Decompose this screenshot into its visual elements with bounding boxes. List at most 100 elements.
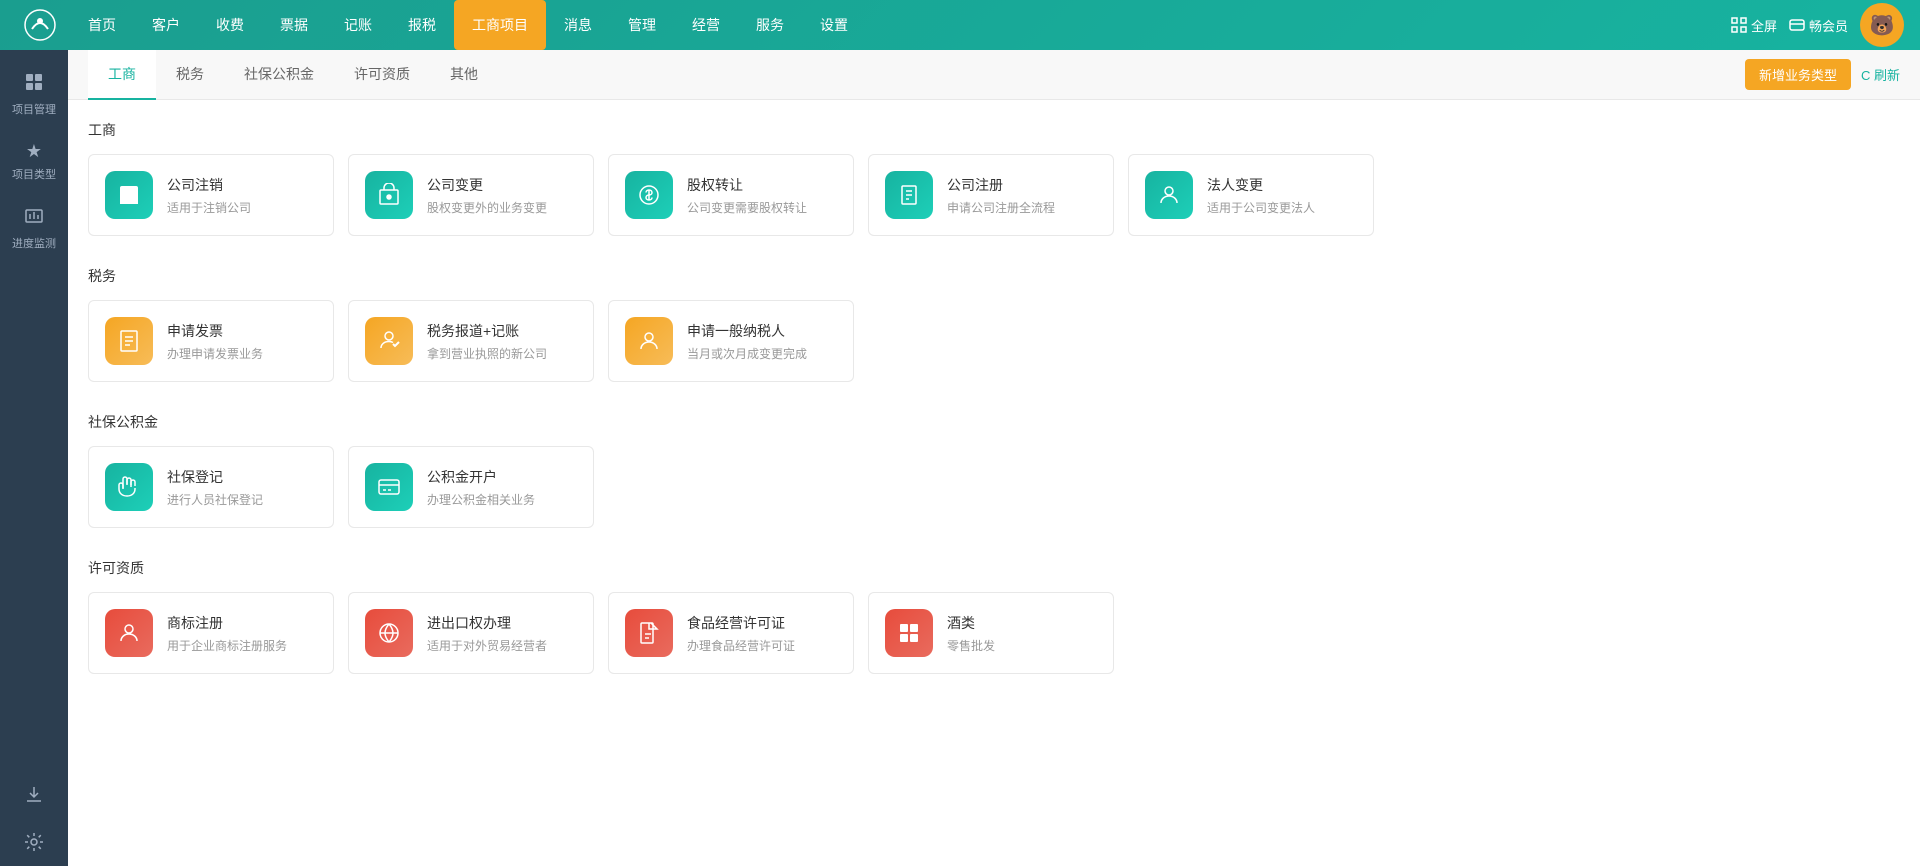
card-title-股权转让: 股权转让 [687,175,837,195]
service-card-公司注销[interactable]: 公司注销适用于注销公司 [88,154,334,236]
nav-items: 首页客户收费票据记账报税工商项目消息管理经营服务设置 [70,0,1731,50]
card-desc-酒类: 零售批发 [947,637,1097,654]
card-title-公司注销: 公司注销 [167,175,317,195]
card-title-法人变更: 法人变更 [1207,175,1357,195]
tab-社保公积金[interactable]: 社保公积金 [224,50,334,100]
nav-item-票据[interactable]: 票据 [262,0,326,50]
section-title-工商: 工商 [88,120,1900,140]
section-title-许可资质: 许可资质 [88,558,1900,578]
service-card-申请发票[interactable]: 申请发票办理申请发票业务 [88,300,334,382]
sidebar-item-project-management[interactable]: 项目管理 [0,60,68,129]
nav-item-设置[interactable]: 设置 [802,0,866,50]
nav-item-管理[interactable]: 管理 [610,0,674,50]
service-card-公司变更[interactable]: 公司变更股权变更外的业务变更 [348,154,594,236]
nav-item-收费[interactable]: 收费 [198,0,262,50]
member-btn[interactable]: 畅会员 [1789,16,1848,35]
project-management-icon [24,72,44,97]
card-icon-食品经营许可证 [625,609,673,657]
card-text-申请发票: 申请发票办理申请发票业务 [167,321,317,362]
card-text-公积金开户: 公积金开户办理公积金相关业务 [427,467,577,508]
card-icon-公积金开户 [365,463,413,511]
card-text-公司注销: 公司注销适用于注销公司 [167,175,317,216]
service-card-社保登记[interactable]: 社保登记进行人员社保登记 [88,446,334,528]
card-desc-社保登记: 进行人员社保登记 [167,491,317,508]
nav-item-工商项目[interactable]: 工商项目 [454,0,546,50]
nav-item-首页[interactable]: 首页 [70,0,134,50]
section-title-社保公积金: 社保公积金 [88,412,1900,432]
service-card-食品经营许可证[interactable]: 食品经营许可证办理食品经营许可证 [608,592,854,674]
card-title-申请一般纳税人: 申请一般纳税人 [687,321,837,341]
tab-其他[interactable]: 其他 [430,50,498,100]
card-text-社保登记: 社保登记进行人员社保登记 [167,467,317,508]
card-title-社保登记: 社保登记 [167,467,317,487]
service-card-股权转让[interactable]: 股权转让公司变更需要股权转让 [608,154,854,236]
tab-actions: 新增业务类型 C 刷新 [1745,59,1900,90]
card-icon-商标注册 [105,609,153,657]
card-text-公司变更: 公司变更股权变更外的业务变更 [427,175,577,216]
nav-item-客户[interactable]: 客户 [134,0,198,50]
sidebar-item-project-type[interactable]: ★ 项目类型 [0,129,68,194]
add-type-button[interactable]: 新增业务类型 [1745,59,1851,90]
card-desc-商标注册: 用于企业商标注册服务 [167,637,317,654]
service-card-法人变更[interactable]: 法人变更适用于公司变更法人 [1128,154,1374,236]
service-card-进出口权办理[interactable]: 进出口权办理适用于对外贸易经营者 [348,592,594,674]
top-navigation: 首页客户收费票据记账报税工商项目消息管理经营服务设置 全屏 畅会员 🐻 [0,0,1920,50]
card-icon-税务报道+记账 [365,317,413,365]
project-type-icon: ★ [26,141,42,162]
sidebar-label-project-management: 项目管理 [12,101,56,117]
card-title-公司注册: 公司注册 [947,175,1097,195]
cards-grid-社保公积金: 社保登记进行人员社保登记 公积金开户办理公积金相关业务 [88,446,1900,528]
service-card-公司注册[interactable]: 公司注册申请公司注册全流程 [868,154,1114,236]
cards-grid-税务: 申请发票办理申请发票业务税务报道+记账拿到营业执照的新公司申请一般纳税人当月或次… [88,300,1900,382]
nav-right: 全屏 畅会员 🐻 [1731,3,1920,47]
card-desc-股权转让: 公司变更需要股权转让 [687,199,837,216]
card-text-股权转让: 股权转让公司变更需要股权转让 [687,175,837,216]
mascot: 🐻 [1860,3,1904,47]
card-desc-公积金开户: 办理公积金相关业务 [427,491,577,508]
card-title-酒类: 酒类 [947,613,1097,633]
card-icon-申请发票 [105,317,153,365]
tab-许可资质[interactable]: 许可资质 [334,50,430,100]
card-desc-法人变更: 适用于公司变更法人 [1207,199,1357,216]
nav-item-消息[interactable]: 消息 [546,0,610,50]
card-title-公积金开户: 公积金开户 [427,467,577,487]
card-icon-社保登记 [105,463,153,511]
card-icon-法人变更 [1145,171,1193,219]
sidebar-item-progress-monitor[interactable]: 进度监测 [0,194,68,263]
service-card-申请一般纳税人[interactable]: 申请一般纳税人当月或次月成变更完成 [608,300,854,382]
service-card-商标注册[interactable]: 商标注册用于企业商标注册服务 [88,592,334,674]
card-text-法人变更: 法人变更适用于公司变更法人 [1207,175,1357,216]
cards-grid-工商: 公司注销适用于注销公司公司变更股权变更外的业务变更股权转让公司变更需要股权转让公… [88,154,1900,236]
content-scroll[interactable]: 工商公司注销适用于注销公司 公司变更股权变更外的业务变更 股权转让公司变更需要股权转… [68,100,1920,866]
tab-工商[interactable]: 工商 [88,50,156,100]
card-desc-食品经营许可证: 办理食品经营许可证 [687,637,837,654]
progress-monitor-icon [24,206,44,231]
refresh-button[interactable]: C 刷新 [1861,65,1900,84]
card-icon-公司注销 [105,171,153,219]
card-desc-公司注销: 适用于注销公司 [167,199,317,216]
tab-bar: 工商税务社保公积金许可资质其他 新增业务类型 C 刷新 [68,50,1920,100]
nav-item-报税[interactable]: 报税 [390,0,454,50]
card-icon-股权转让 [625,171,673,219]
card-desc-申请发票: 办理申请发票业务 [167,345,317,362]
nav-item-经营[interactable]: 经营 [674,0,738,50]
nav-item-服务[interactable]: 服务 [738,0,802,50]
fullscreen-btn[interactable]: 全屏 [1731,16,1777,35]
tabs-container: 工商税务社保公积金许可资质其他 [88,50,1745,99]
card-title-公司变更: 公司变更 [427,175,577,195]
card-desc-税务报道+记账: 拿到营业执照的新公司 [427,345,577,362]
cards-grid-许可资质: 商标注册用于企业商标注册服务进出口权办理适用于对外贸易经营者食品经营许可证办理食… [88,592,1900,674]
card-text-商标注册: 商标注册用于企业商标注册服务 [167,613,317,654]
sidebar-download-btn[interactable] [0,770,68,818]
card-icon-酒类 [885,609,933,657]
card-icon-申请一般纳税人 [625,317,673,365]
sidebar-settings-btn[interactable] [0,818,68,866]
card-desc-公司变更: 股权变更外的业务变更 [427,199,577,216]
nav-item-记账[interactable]: 记账 [326,0,390,50]
content-area: 工商税务社保公积金许可资质其他 新增业务类型 C 刷新 工商公司注销适用于注销公… [68,50,1920,866]
service-card-公积金开户[interactable]: 公积金开户办理公积金相关业务 [348,446,594,528]
tab-税务[interactable]: 税务 [156,50,224,100]
card-desc-公司注册: 申请公司注册全流程 [947,199,1097,216]
service-card-税务报道+记账[interactable]: 税务报道+记账拿到营业执照的新公司 [348,300,594,382]
service-card-酒类[interactable]: 酒类零售批发 [868,592,1114,674]
